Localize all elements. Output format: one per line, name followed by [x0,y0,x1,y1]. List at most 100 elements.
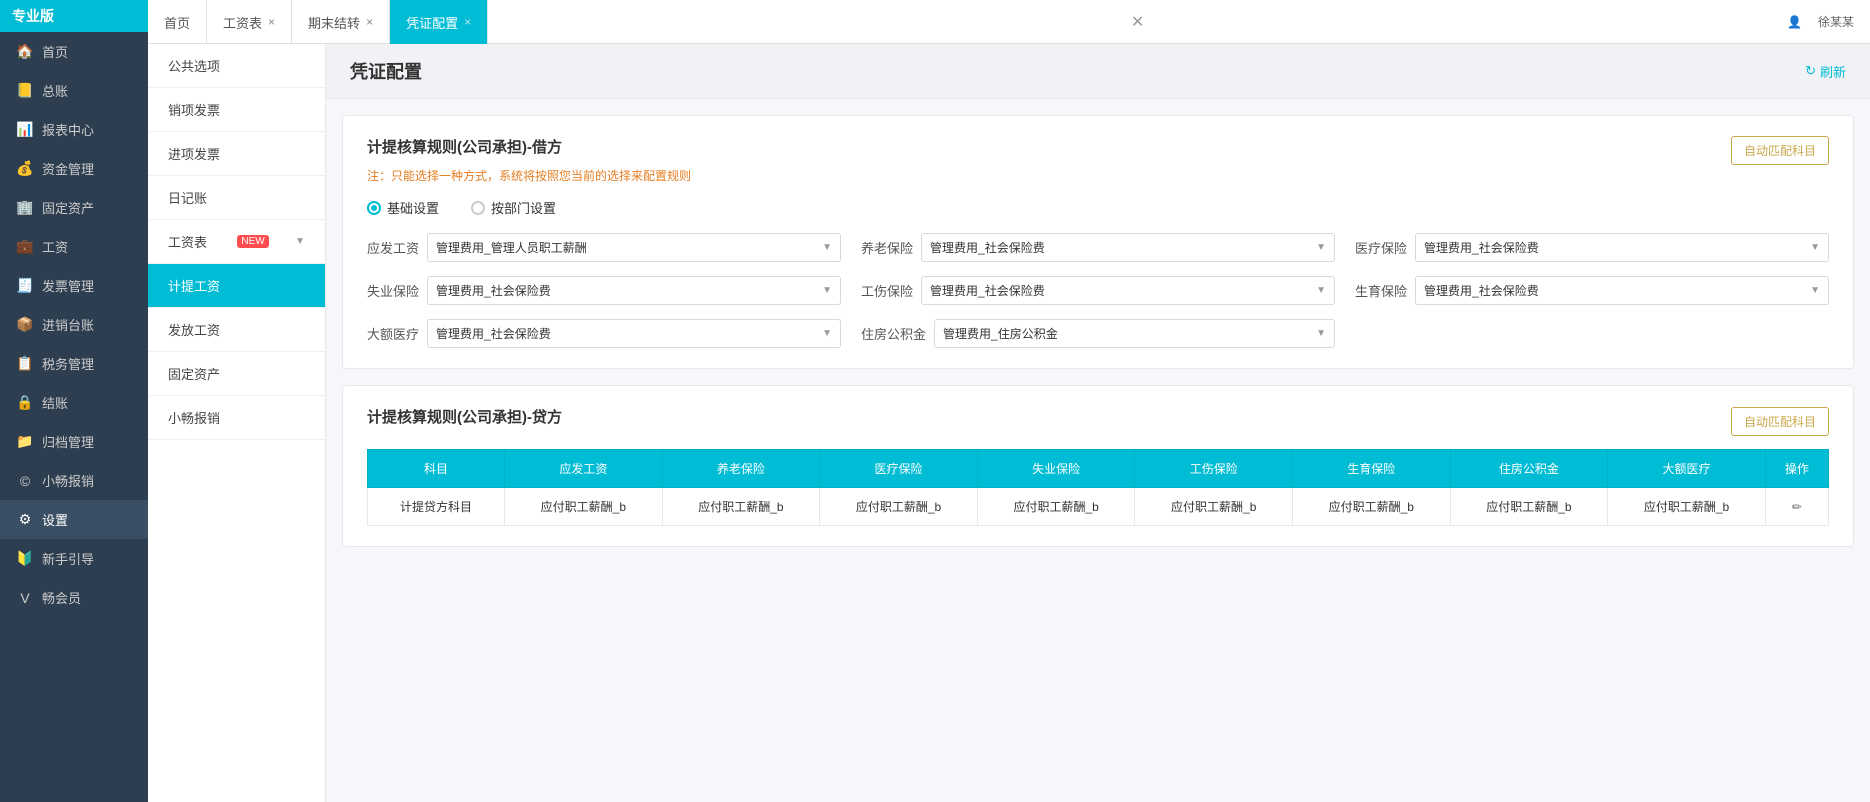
tab-3[interactable]: 凭证配置× [390,0,488,44]
left-nav-item-8[interactable]: 小畅报销 [148,396,325,440]
left-nav-label-5: 计提工资 [168,276,220,295]
left-nav-label-4: 工资表 [168,232,207,251]
sidebar-item-salary[interactable]: 💼工资 [0,227,148,266]
tab-close-3[interactable]: × [464,15,471,29]
left-nav-item-4[interactable]: 工资表NEW▼ [148,220,325,264]
debit-select-value-4: 管理费用_社会保险费 [930,282,1316,299]
radio-basic-label[interactable]: 基础设置 [367,198,439,217]
debit-select-0[interactable]: 管理费用_管理人员职工薪酬 ▼ [427,233,841,262]
left-nav-label-0: 公共选项 [168,56,220,75]
refresh-icon: ↻ [1805,63,1816,79]
debit-auto-match-button[interactable]: 自动匹配科目 [1731,136,1829,165]
debit-label-1: 养老保险 [861,238,913,257]
debit-select-3[interactable]: 管理费用_社会保险费 ▼ [427,276,841,305]
debit-section-title: 计提核算规则(公司承担)-借方 [367,136,691,157]
credit-auto-match-button[interactable]: 自动匹配科目 [1731,407,1829,436]
chevron-down-icon-debit-2: ▼ [1810,242,1820,253]
left-nav-item-0[interactable]: 公共选项 [148,44,325,88]
debit-section: 计提核算规则(公司承担)-借方 注：只能选择一种方式，系统将按照您当前的选择来配… [342,115,1854,369]
radio-basic-circle[interactable] [367,201,381,215]
tab-0[interactable]: 首页 [148,0,207,44]
topbar: 首页工资表×期末结转×凭证配置× ✕ 👤 徐某某 [148,0,1870,44]
credit-cell-0-5: 应付职工薪酬_b [1293,488,1451,526]
sidebar-item-vip[interactable]: V 畅会员 [0,578,148,617]
left-nav-item-3[interactable]: 日记账 [148,176,325,220]
vip-icon: V [16,590,34,606]
debit-select-7[interactable]: 管理费用_住房公积金 ▼ [934,319,1335,348]
left-nav-label-6: 发放工资 [168,320,220,339]
credit-th-0: 科目 [368,450,505,488]
debit-select-1[interactable]: 管理费用_社会保险费 ▼ [921,233,1335,262]
refresh-button[interactable]: ↻ 刷新 [1805,62,1846,81]
sidebar-item-label: 总账 [42,81,68,100]
sidebar-item-report[interactable]: 📊报表中心 [0,110,148,149]
credit-action-0[interactable]: ✏ [1765,488,1828,526]
debit-select-2[interactable]: 管理费用_社会保险费 ▼ [1415,233,1829,262]
stock-icon: 📦 [16,316,34,333]
report-icon: 📊 [16,121,34,138]
debit-field-5: 生育保险 管理费用_社会保险费 ▼ [1355,276,1829,305]
debit-field-4: 工伤保险 管理费用_社会保险费 ▼ [861,276,1335,305]
sidebar-item-guide[interactable]: 🔰新手引导 [0,539,148,578]
fund-icon: 💰 [16,160,34,177]
debit-select-5[interactable]: 管理费用_社会保险费 ▼ [1415,276,1829,305]
left-nav-item-6[interactable]: 发放工资 [148,308,325,352]
debit-select-4[interactable]: 管理费用_社会保险费 ▼ [921,276,1335,305]
sidebar-item-ledger[interactable]: 📒总账 [0,71,148,110]
sidebar-item-close[interactable]: 🔒 结账 [0,383,148,422]
home-icon: 🏠 [16,43,34,60]
credit-table-row-0: 计提贷方科目应付职工薪酬_b应付职工薪酬_b应付职工薪酬_b应付职工薪酬_b应付… [368,488,1829,526]
radio-basic-text: 基础设置 [387,198,439,217]
left-nav-label-1: 销项发票 [168,100,220,119]
left-nav-label-8: 小畅报销 [168,408,220,427]
tab-2[interactable]: 期末结转× [292,0,390,44]
content-area: 公共选项销项发票进项发票日记账工资表NEW▼计提工资发放工资固定资产小畅报销 凭… [148,44,1870,802]
sidebar-item-settings[interactable]: ⚙设置 [0,500,148,539]
salary-icon: 💼 [16,238,34,255]
close-main-button[interactable]: ✕ [1115,12,1160,32]
debit-field-6: 大额医疗 管理费用_社会保险费 ▼ [367,319,841,348]
sidebar-item-xcreport[interactable]: ©小畅报销 [0,461,148,500]
left-nav-item-7[interactable]: 固定资产 [148,352,325,396]
sidebar-item-home[interactable]: 🏠首页 [0,32,148,71]
tab-close-1[interactable]: × [268,15,275,29]
debit-select-6[interactable]: 管理费用_社会保险费 ▼ [427,319,841,348]
sidebar-item-label: 结账 [42,393,68,412]
left-nav-label-2: 进项发票 [168,144,220,163]
user-icon: 👤 [1787,15,1802,29]
left-nav-item-1[interactable]: 销项发票 [148,88,325,132]
close-icon: 🔒 [16,394,34,411]
credit-section-title: 计提核算规则(公司承担)-贷方 [367,406,562,427]
debit-label-2: 医疗保险 [1355,238,1407,257]
credit-th-9: 操作 [1765,450,1828,488]
left-nav-item-5[interactable]: 计提工资 [148,264,325,308]
sidebar-item-archive[interactable]: 📁归档管理 [0,422,148,461]
credit-th-6: 生育保险 [1293,450,1451,488]
tab-1[interactable]: 工资表 × [207,0,292,44]
radio-dept-label[interactable]: 按部门设置 [471,198,556,217]
credit-th-8: 大额医疗 [1608,450,1766,488]
sidebar-item-tax[interactable]: 📋税务管理 [0,344,148,383]
debit-select-value-6: 管理费用_社会保险费 [436,325,822,342]
sidebar-item-invoice[interactable]: 🧾发票管理 [0,266,148,305]
debit-label-4: 工伤保险 [861,281,913,300]
sidebar-item-label: 资金管理 [42,159,94,178]
tab-label-1: 工资表 [223,13,262,32]
sidebar-item-label: 归档管理 [42,432,94,451]
assets-icon: 🏢 [16,199,34,216]
debit-label-5: 生育保险 [1355,281,1407,300]
sidebar-item-label: 设置 [42,510,68,529]
sidebar-item-fund[interactable]: 💰 资金管理 [0,149,148,188]
left-nav-item-2[interactable]: 进项发票 [148,132,325,176]
left-nav-label-3: 日记账 [168,188,207,207]
sidebar-item-label: 固定资产 [42,198,94,217]
xcreport-icon: © [16,473,34,489]
radio-dept-circle[interactable] [471,201,485,215]
sidebar-item-label: 税务管理 [42,354,94,373]
sidebar-item-label: 畅会员 [42,588,81,607]
sidebar-item-assets[interactable]: 🏢 固定资产 [0,188,148,227]
sidebar-item-stock[interactable]: 📦进销台账 [0,305,148,344]
debit-select-value-3: 管理费用_社会保险费 [436,282,822,299]
nav-badge-4: NEW [237,235,268,248]
tab-close-2[interactable]: × [366,15,373,29]
